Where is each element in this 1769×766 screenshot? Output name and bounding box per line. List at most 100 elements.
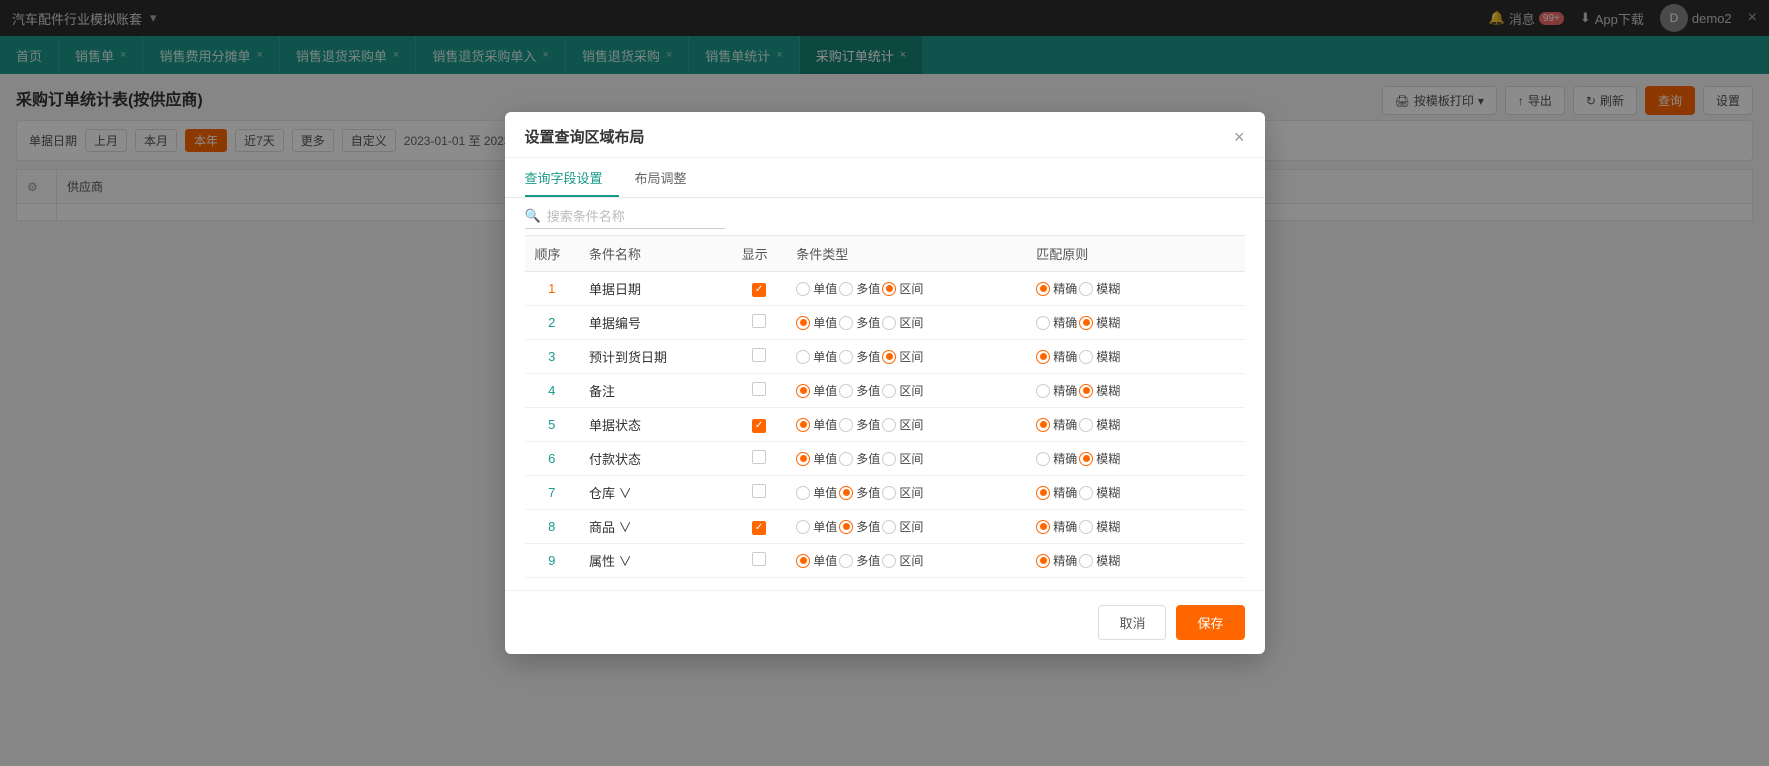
col-header-type: 条件类型 — [786, 236, 1026, 272]
radio-circle — [1036, 384, 1050, 398]
row-type: 单值多值区间 — [786, 578, 1026, 583]
row-show-checkbox[interactable] — [732, 442, 787, 476]
dialog-close-btn[interactable]: × — [1234, 128, 1245, 146]
table-row: 5单据状态单值多值区间精确模糊 — [525, 408, 1245, 442]
row-show-checkbox[interactable] — [732, 272, 787, 306]
row-show-checkbox[interactable] — [732, 578, 787, 583]
radio-circle — [796, 384, 810, 398]
radio-circle — [796, 418, 810, 432]
row-type: 单值多值区间 — [786, 272, 1026, 306]
radio-circle — [1079, 452, 1093, 466]
row-show-checkbox[interactable] — [732, 544, 787, 578]
radio-circle — [839, 452, 853, 466]
row-show-checkbox[interactable] — [732, 374, 787, 408]
radio-circle — [1079, 282, 1093, 296]
table-scroll-area[interactable]: 1单据日期单值多值区间精确模糊2单据编号单值多值区间精确模糊3预计到货日期单值多… — [525, 272, 1245, 582]
col-header-show: 显示 — [732, 236, 787, 272]
radio-circle — [1036, 452, 1050, 466]
radio-circle — [882, 316, 896, 330]
table-row: 2单据编号单值多值区间精确模糊 — [525, 306, 1245, 340]
radio-circle — [882, 418, 896, 432]
dialog-tab-query-fields[interactable]: 查询字段设置 — [525, 160, 619, 197]
radio-circle — [882, 452, 896, 466]
table-row: 7仓库 ∨ 单值多值区间精确模糊 — [525, 476, 1245, 510]
row-match: 精确模糊 — [1026, 272, 1244, 306]
row-match: 精确模糊 — [1026, 408, 1244, 442]
row-show-checkbox[interactable] — [732, 510, 787, 544]
radio-circle — [1079, 350, 1093, 364]
row-name: 付款状态 — [579, 442, 732, 476]
row-type: 单值多值区间 — [786, 510, 1026, 544]
search-input[interactable] — [547, 209, 707, 224]
row-name: 有无商品图片 — [579, 578, 732, 583]
radio-circle — [839, 384, 853, 398]
inner-table: 顺序 条件名称 显示 条件类型 匹配原则 — [525, 235, 1245, 272]
radio-circle — [1036, 486, 1050, 500]
radio-circle — [839, 316, 853, 330]
row-show-checkbox[interactable] — [732, 476, 787, 510]
radio-circle — [796, 520, 810, 534]
dialog-body: 顺序 条件名称 显示 条件类型 匹配原则 1单据日期单值多值区间精确模糊2单据编… — [505, 235, 1265, 582]
radio-circle — [796, 282, 810, 296]
table-row: 8商品 ∨单值多值区间精确模糊 — [525, 510, 1245, 544]
row-match: 精确模糊 — [1026, 544, 1244, 578]
row-type: 单值多值区间 — [786, 374, 1026, 408]
row-order: 1 — [525, 272, 580, 306]
row-order: 7 — [525, 476, 580, 510]
row-match: 精确模糊 — [1026, 442, 1244, 476]
dialog-header: 设置查询区域布局 × — [505, 112, 1265, 158]
radio-circle — [882, 486, 896, 500]
table-row: 10有无商品图片单值多值区间精确模糊 — [525, 578, 1245, 583]
dialog-tabs: 查询字段设置 布局调整 — [505, 160, 1265, 198]
row-type: 单值多值区间 — [786, 544, 1026, 578]
row-match: 精确模糊 — [1026, 476, 1244, 510]
radio-circle — [1036, 316, 1050, 330]
dialog-tab-layout[interactable]: 布局调整 — [635, 160, 703, 197]
table-row: 4备注 单值多值区间精确模糊 — [525, 374, 1245, 408]
row-order: 5 — [525, 408, 580, 442]
row-type: 单值多值区间 — [786, 340, 1026, 374]
row-name: 单据日期 — [579, 272, 732, 306]
radio-circle — [796, 316, 810, 330]
row-show-checkbox[interactable] — [732, 408, 787, 442]
radio-circle — [1036, 418, 1050, 432]
col-header-order: 顺序 — [525, 236, 580, 272]
radio-circle — [839, 418, 853, 432]
row-name: 预计到货日期 — [579, 340, 732, 374]
row-type: 单值多值区间 — [786, 306, 1026, 340]
radio-circle — [839, 282, 853, 296]
table-row: 3预计到货日期单值多值区间精确模糊 — [525, 340, 1245, 374]
row-order: 6 — [525, 442, 580, 476]
radio-circle — [1079, 554, 1093, 568]
table-row: 9属性 ∨单值多值区间精确模糊 — [525, 544, 1245, 578]
radio-circle — [882, 520, 896, 534]
radio-circle — [882, 554, 896, 568]
dialog-footer: 取消 保存 — [505, 590, 1265, 654]
radio-circle — [796, 554, 810, 568]
radio-circle — [882, 282, 896, 296]
cancel-button[interactable]: 取消 — [1098, 605, 1166, 640]
row-name: 单据状态 — [579, 408, 732, 442]
radio-circle — [796, 350, 810, 364]
radio-circle — [839, 520, 853, 534]
radio-circle — [1036, 520, 1050, 534]
radio-circle — [796, 486, 810, 500]
radio-circle — [796, 452, 810, 466]
row-type: 单值多值区间 — [786, 442, 1026, 476]
settings-dialog: 设置查询区域布局 × 查询字段设置 布局调整 🔍 顺序 — [505, 112, 1265, 654]
row-name: 备注 — [579, 374, 732, 408]
row-name: 仓库 ∨ — [579, 476, 732, 510]
row-order: 8 — [525, 510, 580, 544]
row-show-checkbox[interactable] — [732, 340, 787, 374]
radio-circle — [1036, 282, 1050, 296]
radio-circle — [839, 554, 853, 568]
row-match: 精确模糊 — [1026, 374, 1244, 408]
row-order: 4 — [525, 374, 580, 408]
row-name: 属性 ∨ — [579, 544, 732, 578]
modal-overlay: 设置查询区域布局 × 查询字段设置 布局调整 🔍 顺序 — [0, 0, 1769, 766]
dialog-search: 🔍 — [505, 198, 1265, 235]
row-show-checkbox[interactable] — [732, 306, 787, 340]
row-type: 单值多值区间 — [786, 476, 1026, 510]
radio-circle — [1036, 554, 1050, 568]
save-button[interactable]: 保存 — [1176, 605, 1244, 640]
